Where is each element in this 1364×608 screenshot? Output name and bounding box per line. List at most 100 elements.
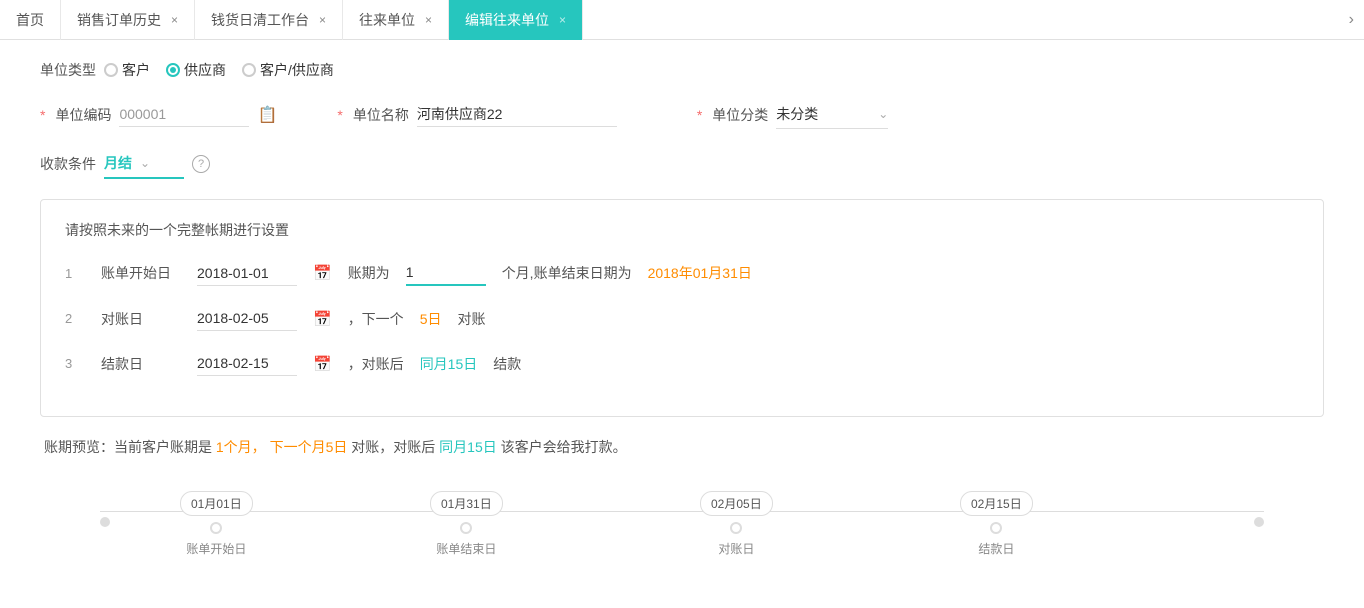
tabs-scroll-right[interactable]: › bbox=[1339, 11, 1364, 29]
code-name-category-row: * 单位编码 📋 * 单位名称 * 单位分类 未分类 ⌄ bbox=[40, 100, 1324, 129]
radio-supplier[interactable]: 供应商 bbox=[166, 60, 226, 80]
name-input[interactable] bbox=[417, 102, 617, 127]
category-value: 未分类 bbox=[776, 104, 818, 124]
tab-partner[interactable]: 往来单位 × bbox=[343, 0, 449, 40]
code-required: * bbox=[40, 107, 45, 123]
radio-supplier-circle bbox=[166, 63, 180, 77]
tab-cash-work-close[interactable]: × bbox=[319, 13, 326, 27]
preview-part3: 同月15日 bbox=[439, 439, 497, 455]
row-3-prefix: ，对账后 bbox=[348, 354, 404, 374]
tab-partner-close[interactable]: × bbox=[425, 13, 432, 27]
timeline-node-2: 01月31日 账单结束日 bbox=[430, 491, 503, 557]
radio-customer[interactable]: 客户 bbox=[104, 60, 150, 80]
radio-customer-circle bbox=[104, 63, 118, 77]
node-4-dot bbox=[990, 522, 1002, 534]
category-required: * bbox=[697, 107, 702, 123]
unit-type-field: 单位类型 客户 供应商 客户/供应商 bbox=[40, 60, 334, 80]
main-content: 单位类型 客户 供应商 客户/供应商 * 单位编码 bbox=[0, 40, 1364, 608]
tab-cash-work[interactable]: 钱货日清工作台 × bbox=[195, 0, 343, 40]
payment-label: 收款条件 bbox=[40, 154, 96, 174]
tab-home[interactable]: 首页 bbox=[0, 0, 61, 40]
row-2-num: 2 bbox=[65, 311, 85, 326]
preview-part1: 1个月， bbox=[216, 439, 266, 455]
payment-date-calendar-icon[interactable]: 📅 bbox=[313, 355, 332, 373]
code-field: * 单位编码 📋 bbox=[40, 102, 277, 127]
node-3-badge: 02月05日 bbox=[700, 491, 773, 516]
payment-field: 收款条件 月结 ⌄ ? bbox=[40, 149, 210, 179]
reconcile-date-input[interactable] bbox=[197, 306, 297, 331]
row-2-label: 对账日 bbox=[101, 309, 181, 329]
radio-both-circle bbox=[242, 63, 256, 77]
name-field: * 单位名称 bbox=[337, 102, 616, 127]
preview-part2: 下一个月5日 bbox=[270, 439, 348, 455]
tab-cash-work-label: 钱货日清工作台 bbox=[211, 10, 309, 30]
timeline-node-4: 02月15日 结款日 bbox=[960, 491, 1033, 557]
tab-edit-partner[interactable]: 编辑往来单位 × bbox=[449, 0, 583, 40]
node-1-label: 账单开始日 bbox=[186, 540, 246, 557]
preview-suffix: 该客户会给我打款。 bbox=[501, 439, 627, 455]
preview-prefix: 账期预览：当前客户账期是 bbox=[44, 439, 212, 455]
tab-sales-history[interactable]: 销售订单历史 × bbox=[61, 0, 195, 40]
tab-edit-partner-close[interactable]: × bbox=[559, 13, 566, 27]
payment-arrow: ⌄ bbox=[140, 156, 150, 170]
card-row-1: 1 账单开始日 📅 账期为 个月,账单结束日期为 2018年01月31日 bbox=[65, 260, 1299, 286]
node-4-badge: 02月15日 bbox=[960, 491, 1033, 516]
start-date-input[interactable] bbox=[197, 261, 297, 286]
unit-type-row: 单位类型 客户 供应商 客户/供应商 bbox=[40, 60, 1324, 80]
unit-type-label: 单位类型 bbox=[40, 60, 96, 80]
row-2-prefix: ，下一个 bbox=[348, 309, 404, 329]
node-1-badge: 01月01日 bbox=[180, 491, 253, 516]
tabs-bar: 首页 销售订单历史 × 钱货日清工作台 × 往来单位 × 编辑往来单位 × › bbox=[0, 0, 1364, 40]
row-3-suffix: 结款 bbox=[493, 354, 521, 374]
category-arrow: ⌄ bbox=[878, 107, 888, 121]
timeline-node-1: 01月01日 账单开始日 bbox=[180, 491, 253, 557]
preview-mid: 对账，对账后 bbox=[351, 439, 435, 455]
row-3-label: 结款日 bbox=[101, 354, 181, 374]
timeline-node-3: 02月05日 对账日 bbox=[700, 491, 773, 557]
radio-supplier-label: 供应商 bbox=[184, 60, 226, 80]
payment-date-input[interactable] bbox=[197, 351, 297, 376]
tab-edit-partner-label: 编辑往来单位 bbox=[465, 10, 549, 30]
period-input[interactable] bbox=[406, 260, 486, 286]
radio-both[interactable]: 客户/供应商 bbox=[242, 60, 334, 80]
node-1-dot bbox=[210, 522, 222, 534]
code-input[interactable] bbox=[119, 102, 249, 127]
card-title: 请按照未来的一个完整帐期进行设置 bbox=[65, 220, 1299, 240]
code-label: 单位编码 bbox=[55, 105, 111, 125]
payment-help-icon[interactable]: ? bbox=[192, 155, 210, 173]
node-3-dot bbox=[730, 522, 742, 534]
tab-home-label: 首页 bbox=[16, 10, 44, 30]
preview-section: 账期预览：当前客户账期是 1个月， 下一个月5日 对账，对账后 同月15日 该客… bbox=[40, 437, 1324, 457]
row-2-highlight: 5日 bbox=[420, 309, 442, 329]
tab-sales-history-close[interactable]: × bbox=[171, 13, 178, 27]
category-field: * 单位分类 未分类 ⌄ bbox=[697, 100, 889, 129]
name-required: * bbox=[337, 107, 342, 123]
tab-sales-history-label: 销售订单历史 bbox=[77, 10, 161, 30]
radio-both-label: 客户/供应商 bbox=[260, 60, 334, 80]
category-select[interactable]: 未分类 ⌄ bbox=[776, 100, 888, 129]
payment-value: 月结 bbox=[104, 153, 132, 173]
payment-row: 收款条件 月结 ⌄ ? bbox=[40, 149, 1324, 179]
row-1-num: 1 bbox=[65, 266, 85, 281]
row-3-num: 3 bbox=[65, 356, 85, 371]
card-row-3: 3 结款日 📅 ，对账后 同月15日 结款 bbox=[65, 351, 1299, 376]
reconcile-date-calendar-icon[interactable]: 📅 bbox=[313, 310, 332, 328]
category-label: 单位分类 bbox=[712, 105, 768, 125]
tab-partner-label: 往来单位 bbox=[359, 10, 415, 30]
row-3-highlight: 同月15日 bbox=[420, 354, 478, 374]
node-2-badge: 01月31日 bbox=[430, 491, 503, 516]
node-3-label: 对账日 bbox=[718, 540, 754, 557]
timeline-end-dot bbox=[1254, 517, 1264, 527]
payment-select[interactable]: 月结 ⌄ bbox=[104, 149, 184, 179]
card-row-2: 2 对账日 📅 ，下一个 5日 对账 bbox=[65, 306, 1299, 331]
code-copy-icon[interactable]: 📋 bbox=[257, 105, 277, 125]
timeline-line bbox=[100, 511, 1264, 512]
start-date-calendar-icon[interactable]: 📅 bbox=[313, 264, 332, 282]
radio-customer-label: 客户 bbox=[122, 60, 150, 80]
node-2-label: 账单结束日 bbox=[436, 540, 496, 557]
timeline-start-dot bbox=[100, 517, 110, 527]
radio-group: 客户 供应商 客户/供应商 bbox=[104, 60, 334, 80]
row-2-suffix: 对账 bbox=[457, 309, 485, 329]
row-1-label: 账单开始日 bbox=[101, 263, 181, 283]
timeline: 01月01日 账单开始日 01月31日 账单结束日 02月05日 对账日 02月… bbox=[40, 481, 1324, 521]
